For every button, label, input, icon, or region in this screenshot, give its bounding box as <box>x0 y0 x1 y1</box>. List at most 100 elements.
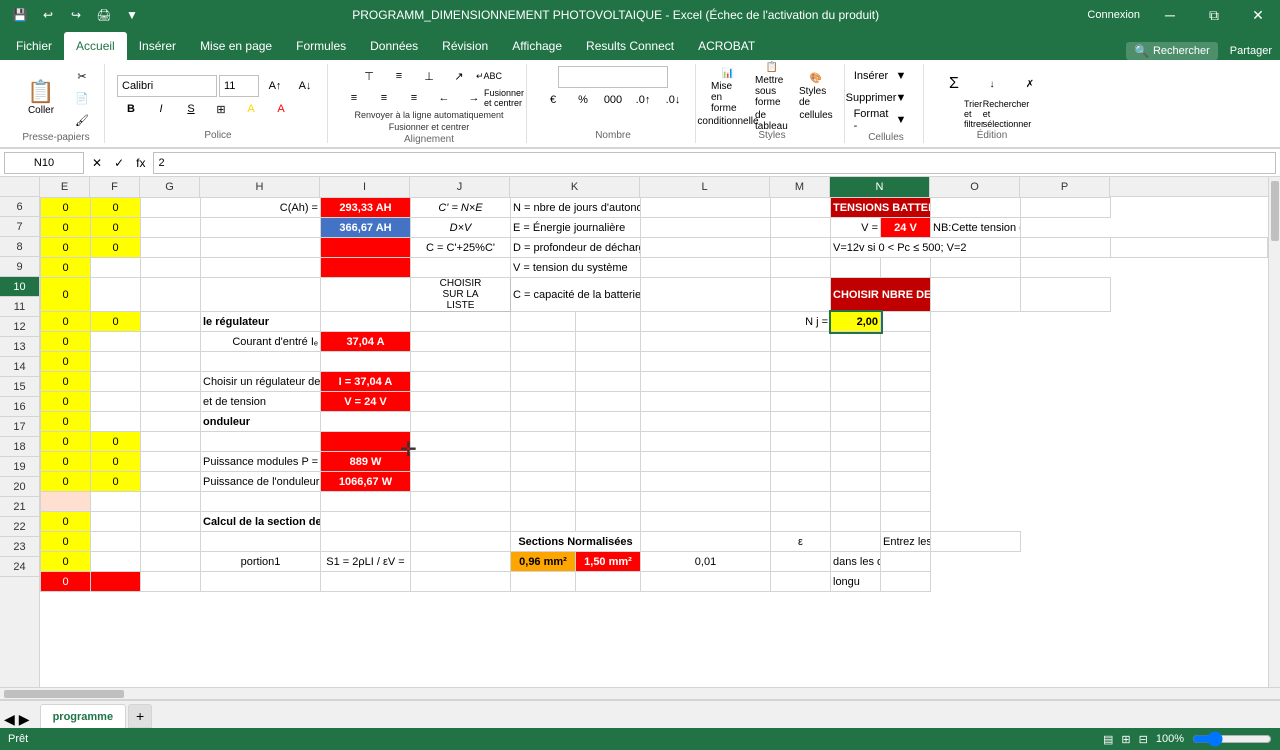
cell-N11[interactable]: N j = <box>771 312 831 332</box>
cell-O23[interactable]: dans les différentes <box>831 552 881 572</box>
cell-F14[interactable] <box>91 372 141 392</box>
cell-J9[interactable] <box>411 258 511 278</box>
col-header-J[interactable]: J <box>410 177 510 197</box>
cell-J11[interactable] <box>411 312 511 332</box>
cell-M7[interactable] <box>771 218 831 238</box>
cell-L22[interactable] <box>641 532 771 552</box>
cell-I10[interactable] <box>321 278 411 312</box>
cell-N21[interactable] <box>771 512 831 532</box>
cell-F19[interactable]: 0 <box>91 472 141 492</box>
cell-G7[interactable] <box>141 218 201 238</box>
currency-button[interactable]: € <box>539 90 567 110</box>
coller-button[interactable]: 📋 Coller <box>16 72 66 124</box>
font-size-input[interactable] <box>219 75 259 97</box>
cell-F18[interactable]: 0 <box>91 452 141 472</box>
delete-button[interactable]: Supprimer <box>857 88 885 108</box>
cell-H11[interactable]: le régulateur <box>201 312 321 332</box>
col-header-H[interactable]: H <box>200 177 320 197</box>
couper-button[interactable]: ✂ <box>68 66 96 86</box>
cell-E19[interactable]: 0 <box>41 472 91 492</box>
cell-F20[interactable] <box>91 492 141 512</box>
save-button[interactable]: 💾 <box>8 4 32 26</box>
cell-H23[interactable]: portion1 <box>201 552 321 572</box>
number-format-input[interactable] <box>558 66 668 88</box>
insert-function-button[interactable]: fx <box>132 156 149 170</box>
cell-G13[interactable] <box>141 352 201 372</box>
row-header-6[interactable]: 6 <box>0 197 39 217</box>
orientation-button[interactable]: ↗ <box>445 66 473 86</box>
cell-E12[interactable]: 0 <box>41 332 91 352</box>
add-sheet-button[interactable]: + <box>128 704 152 728</box>
cell-J19[interactable] <box>411 472 511 492</box>
cell-H12[interactable]: Courant d'entré Iₑ <box>201 332 321 352</box>
cell-M12[interactable] <box>641 332 771 352</box>
tab-results-connect[interactable]: Results Connect <box>574 32 686 60</box>
cell-K17[interactable] <box>511 432 576 452</box>
cell-M18[interactable] <box>641 452 771 472</box>
customize-button[interactable]: ▼ <box>120 4 144 26</box>
reproduire-button[interactable]: 🖌 <box>68 110 96 130</box>
cell-M15[interactable] <box>641 392 771 412</box>
cell-O13[interactable] <box>831 352 881 372</box>
cell-O24[interactable]: longu <box>831 572 881 592</box>
row-header-19[interactable]: 19 <box>0 457 39 477</box>
cell-K7[interactable]: E = Énergie journalière <box>511 218 641 238</box>
cell-E18[interactable]: 0 <box>41 452 91 472</box>
cell-O14[interactable] <box>831 372 881 392</box>
restore-button[interactable]: ⧉ <box>1200 4 1228 26</box>
cell-F21[interactable] <box>91 512 141 532</box>
cell-J20[interactable] <box>411 492 511 512</box>
cell-G21[interactable] <box>141 512 201 532</box>
cell-G23[interactable] <box>141 552 201 572</box>
cell-P18[interactable] <box>881 452 931 472</box>
cell-E23[interactable]: 0 <box>41 552 91 572</box>
cell-E9[interactable]: 0 <box>41 258 91 278</box>
cell-I9[interactable] <box>321 258 411 278</box>
cell-G6[interactable] <box>141 198 201 218</box>
table-style-button[interactable]: 📋Mettre sous formede tableau <box>752 71 792 123</box>
cell-K12[interactable] <box>511 332 576 352</box>
cell-J6[interactable]: C' = N×E <box>411 198 511 218</box>
cell-M9[interactable] <box>771 258 831 278</box>
row-header-20[interactable]: 20 <box>0 477 39 497</box>
cell-P13[interactable] <box>881 352 931 372</box>
italic-button[interactable]: I <box>147 99 175 119</box>
row-header-22[interactable]: 22 <box>0 517 39 537</box>
cell-N16[interactable] <box>771 412 831 432</box>
cell-N9[interactable] <box>831 258 881 278</box>
cell-E17[interactable]: 0 <box>41 432 91 452</box>
cell-E11[interactable]: 0 <box>41 312 91 332</box>
cell-G15[interactable] <box>141 392 201 412</box>
view-normal-button[interactable]: ▤ <box>1103 733 1113 746</box>
cell-G18[interactable] <box>141 452 201 472</box>
cell-F11[interactable]: 0 <box>91 312 141 332</box>
minimize-button[interactable]: ─ <box>1156 4 1184 26</box>
cell-F10[interactable] <box>91 278 141 312</box>
view-page-layout-button[interactable]: ⊞ <box>1121 733 1130 746</box>
cell-L17[interactable] <box>576 432 641 452</box>
cell-O10[interactable] <box>931 278 1021 312</box>
row-header-24[interactable]: 24 <box>0 557 39 577</box>
row-header-15[interactable]: 15 <box>0 377 39 397</box>
cell-E6[interactable]: 0 <box>41 198 91 218</box>
cell-O19[interactable] <box>831 472 881 492</box>
cell-I20[interactable] <box>321 492 411 512</box>
bold-button[interactable]: B <box>117 99 145 119</box>
cell-P6[interactable] <box>1021 198 1111 218</box>
cell-L14[interactable] <box>576 372 641 392</box>
cell-F7[interactable]: 0 <box>91 218 141 238</box>
cell-L11[interactable] <box>576 312 641 332</box>
cell-G17[interactable] <box>141 432 201 452</box>
cell-I23[interactable]: S1 = 2ρLI / εV = <box>321 552 411 572</box>
cell-L10[interactable] <box>641 278 771 312</box>
cell-E10[interactable]: 0 <box>41 278 91 312</box>
cell-H8[interactable] <box>201 238 321 258</box>
cell-F24[interactable] <box>91 572 141 592</box>
cell-P7[interactable]: NB:Cette tension est fonct <box>931 218 1021 238</box>
cell-P17[interactable] <box>881 432 931 452</box>
cell-K20[interactable] <box>511 492 576 512</box>
tab-affichage[interactable]: Affichage <box>500 32 574 60</box>
cell-K14[interactable] <box>511 372 576 392</box>
cell-I21[interactable] <box>321 512 411 532</box>
cell-F13[interactable] <box>91 352 141 372</box>
